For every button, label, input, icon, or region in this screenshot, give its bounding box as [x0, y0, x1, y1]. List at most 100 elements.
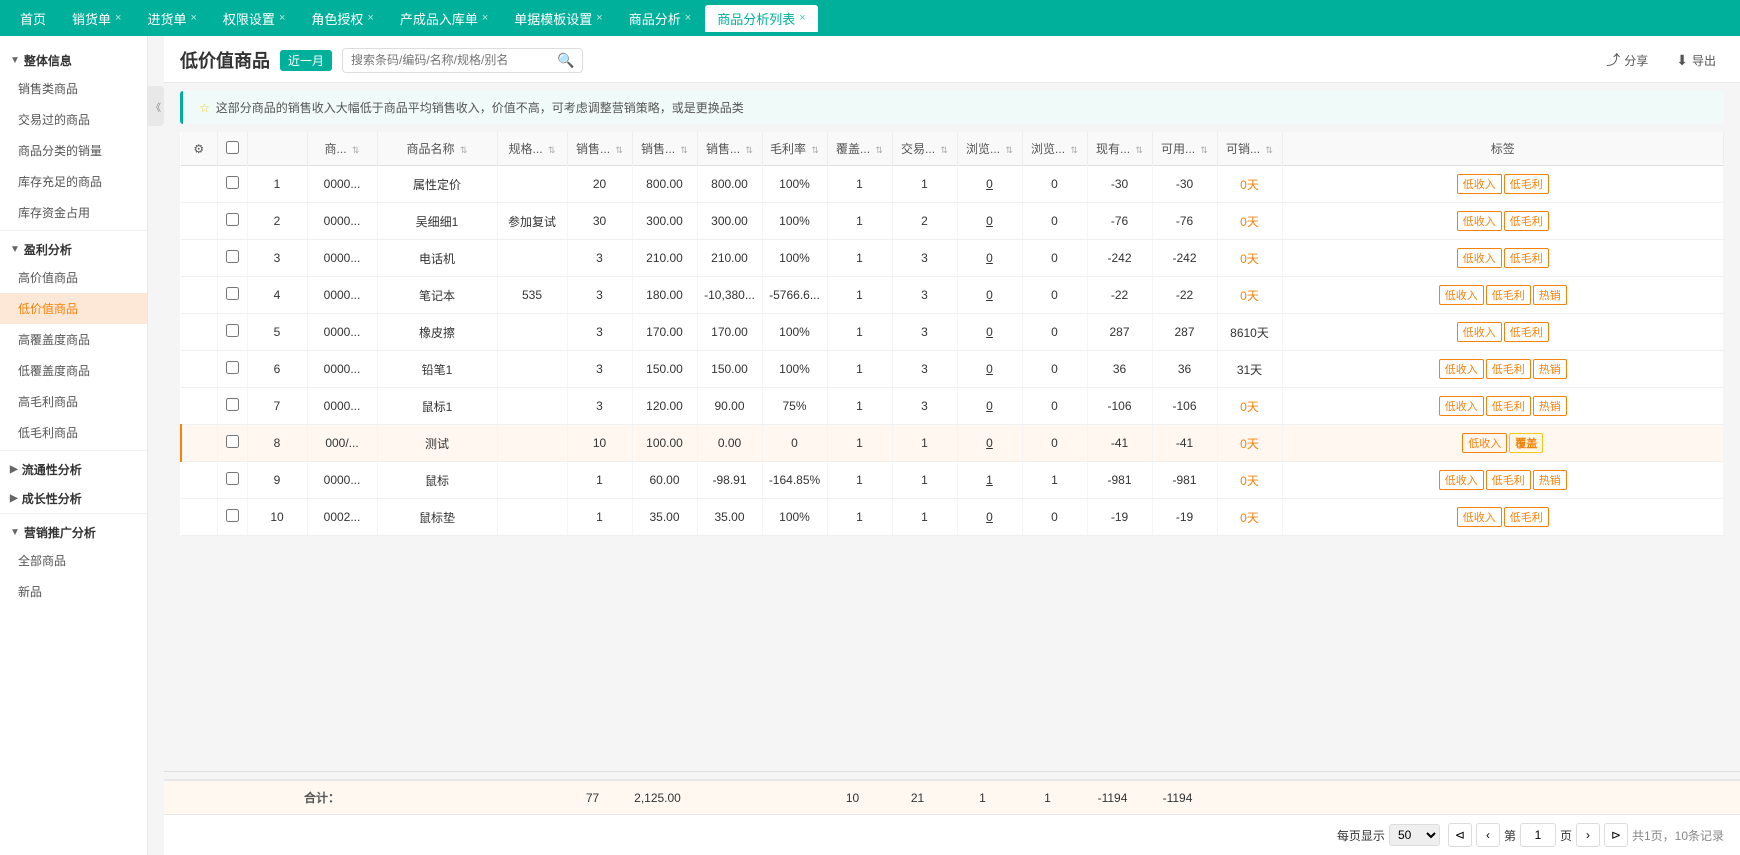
browse-link[interactable]: 0	[986, 399, 993, 413]
sidebar-item-all-goods[interactable]: 全部商品	[0, 545, 147, 576]
nav-sale-order[interactable]: 销货单 ×	[60, 5, 133, 32]
sidebar-item-stock-capital[interactable]: 库存资金占用	[0, 197, 147, 228]
sidebar-group-flow[interactable]: ▶ 流通性分析	[0, 453, 147, 482]
saleable-col-header[interactable]: 可销... ⇅	[1217, 132, 1282, 166]
avail-col-header[interactable]: 可用... ⇅	[1152, 132, 1217, 166]
nav-role-auth[interactable]: 角色授权 ×	[299, 5, 385, 32]
browse-link[interactable]: 0	[986, 325, 993, 339]
browse-link[interactable]: 0	[986, 436, 993, 450]
sidebar-item-high-coverage[interactable]: 高覆盖度商品	[0, 324, 147, 355]
sale-net-cell: 170.00	[697, 314, 762, 351]
close-icon[interactable]: ×	[482, 12, 488, 24]
sidebar-item-low-coverage[interactable]: 低覆盖度商品	[0, 355, 147, 386]
search-input[interactable]	[351, 53, 551, 67]
sidebar-item-high-value[interactable]: 高价值商品	[0, 262, 147, 293]
row-checkbox[interactable]	[226, 398, 239, 411]
close-icon[interactable]: ×	[685, 12, 691, 24]
trade-col-header[interactable]: 交易... ⇅	[892, 132, 957, 166]
saleable-cell: 0天	[1217, 462, 1282, 499]
first-page-button[interactable]: ⊲	[1448, 823, 1472, 847]
table-row: 5 0000... 橡皮擦 3 170.00 170.00 100% 1 3 0…	[181, 314, 1724, 351]
page-size-dropdown[interactable]: 50 100 200	[1389, 824, 1440, 846]
row-checkbox[interactable]	[226, 361, 239, 374]
nav-product-storage[interactable]: 产成品入库单 ×	[388, 5, 500, 32]
row-checkbox[interactable]	[226, 250, 239, 263]
prev-page-button[interactable]: ‹	[1476, 823, 1500, 847]
page-input[interactable]	[1520, 823, 1556, 847]
code-cell: 0002...	[307, 499, 377, 536]
sidebar-collapse-button[interactable]: 《	[148, 86, 164, 126]
search-icon[interactable]: 🔍	[557, 52, 574, 69]
sidebar-group-growth[interactable]: ▶ 成长性分析	[0, 482, 147, 511]
code-cell: 0000...	[307, 277, 377, 314]
sidebar-item-low-margin[interactable]: 低毛利商品	[0, 417, 147, 448]
sidebar-item-category-sales[interactable]: 商品分类的销量	[0, 135, 147, 166]
footer-browse-uv: 1	[1015, 791, 1080, 805]
settings-cell	[181, 499, 217, 536]
nav-purchase-order[interactable]: 进货单 ×	[135, 5, 208, 32]
sidebar-group-overall[interactable]: ▼ 整体信息	[0, 44, 147, 73]
nav-goods-analysis-list[interactable]: 商品分析列表 ×	[705, 5, 817, 32]
sidebar-item-new-goods[interactable]: 新品	[0, 576, 147, 607]
row-checkbox[interactable]	[226, 324, 239, 337]
select-all-checkbox[interactable]	[226, 141, 239, 154]
row-checkbox[interactable]	[226, 435, 239, 448]
row-checkbox[interactable]	[226, 509, 239, 522]
close-icon[interactable]: ×	[115, 12, 121, 24]
stock-col-header[interactable]: 现有... ⇅	[1087, 132, 1152, 166]
tag-label: 低毛利	[1504, 322, 1549, 342]
row-checkbox[interactable]	[226, 472, 239, 485]
browse-link[interactable]: 0	[986, 288, 993, 302]
coverage-col-header[interactable]: 覆盖... ⇅	[827, 132, 892, 166]
code-col-header[interactable]: 商... ⇅	[307, 132, 377, 166]
export-button[interactable]: ⬇ 导出	[1668, 48, 1724, 73]
nav-permission[interactable]: 权限设置 ×	[211, 5, 297, 32]
row-checkbox[interactable]	[226, 287, 239, 300]
gross-rate-col-header[interactable]: 毛利率 ⇅	[762, 132, 827, 166]
sidebar-item-sale-goods[interactable]: 销售类商品	[0, 73, 147, 104]
chevron-down-icon: ▼	[10, 527, 20, 538]
sidebar-item-low-value[interactable]: 低价值商品	[0, 293, 147, 324]
next-page-button[interactable]: ›	[1576, 823, 1600, 847]
coverage-cell: 1	[827, 351, 892, 388]
browse-link[interactable]: 0	[986, 251, 993, 265]
footer-browse-count: 1	[950, 791, 1015, 805]
sidebar-item-traded-goods[interactable]: 交易过的商品	[0, 104, 147, 135]
sale-net-col-header[interactable]: 销售... ⇅	[697, 132, 762, 166]
row-checkbox[interactable]	[226, 176, 239, 189]
sidebar-group-profit[interactable]: ▼ 盈利分析	[0, 233, 147, 262]
sidebar-group-marketing[interactable]: ▼ 营销推广分析	[0, 516, 147, 545]
footer-gross-rate	[755, 791, 820, 805]
browse-uv-col-header[interactable]: 浏览... ⇅	[1022, 132, 1087, 166]
period-badge[interactable]: 近一月	[280, 50, 332, 71]
nav-template-setting[interactable]: 单据模板设置 ×	[502, 5, 614, 32]
name-col-header[interactable]: 商品名称 ⇅	[377, 132, 497, 166]
settings-col-header[interactable]: ⚙	[181, 132, 217, 166]
close-icon[interactable]: ×	[190, 12, 196, 24]
sale-amount-col-header[interactable]: 销售... ⇅	[632, 132, 697, 166]
row-checkbox[interactable]	[226, 213, 239, 226]
horizontal-scrollbar[interactable]	[164, 771, 1740, 779]
nav-goods-analysis[interactable]: 商品分析 ×	[617, 5, 703, 32]
settings-cell	[181, 462, 217, 499]
saleable-cell: 0天	[1217, 425, 1282, 462]
browse-link[interactable]: 0	[986, 510, 993, 524]
last-page-button[interactable]: ⊳	[1604, 823, 1628, 847]
spec-col-header[interactable]: 规格... ⇅	[497, 132, 567, 166]
sidebar-item-high-margin[interactable]: 高毛利商品	[0, 386, 147, 417]
browse-link[interactable]: 1	[986, 473, 993, 487]
sale-qty-col-header[interactable]: 销售... ⇅	[567, 132, 632, 166]
browse-link[interactable]: 0	[986, 177, 993, 191]
name-cell: 鼠标垫	[377, 499, 497, 536]
browse-count-col-header[interactable]: 浏览... ⇅	[957, 132, 1022, 166]
sidebar-item-sufficient-stock[interactable]: 库存充足的商品	[0, 166, 147, 197]
share-button[interactable]: ⤴ 分享	[1598, 46, 1656, 74]
close-icon[interactable]: ×	[596, 12, 602, 24]
browse-link[interactable]: 0	[986, 362, 993, 376]
close-icon[interactable]: ×	[367, 12, 373, 24]
coverage-cell: 1	[827, 425, 892, 462]
browse-link[interactable]: 0	[986, 214, 993, 228]
close-icon[interactable]: ×	[279, 12, 285, 24]
close-icon[interactable]: ×	[799, 12, 805, 24]
nav-home[interactable]: 首页	[8, 5, 58, 32]
